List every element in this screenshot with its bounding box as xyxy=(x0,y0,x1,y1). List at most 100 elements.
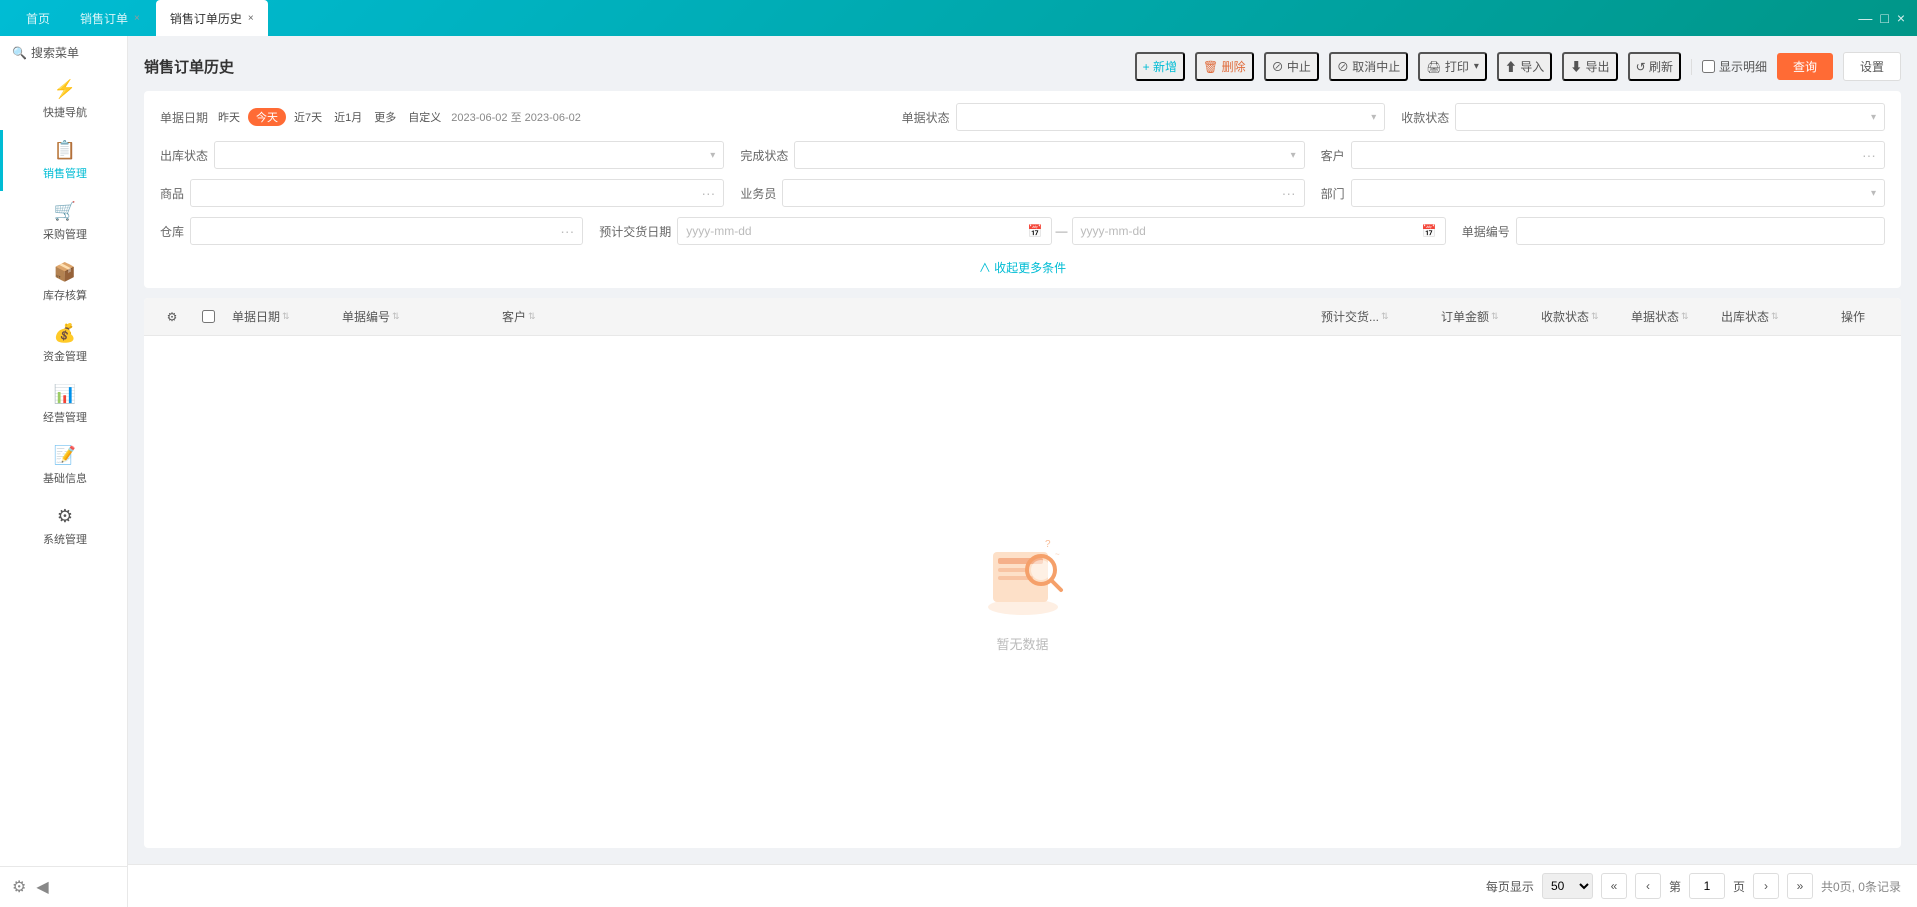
filter-receipt-status: 收款状态 ▾ xyxy=(1401,103,1885,131)
new-button[interactable]: + 新增 xyxy=(1135,52,1185,81)
receipt-status-select[interactable]: ▾ xyxy=(1455,103,1885,131)
select-all-checkbox[interactable] xyxy=(202,310,215,323)
sidebar-footer: ⚙ ◀ xyxy=(0,866,127,907)
filter-warehouse: 仓库 ··· xyxy=(160,217,583,245)
out-status-select[interactable]: ▾ xyxy=(214,141,724,169)
purchase-icon: 🛒 xyxy=(54,201,76,222)
table-body: ? ~ 暂无数据 xyxy=(144,336,1901,848)
receipt-label: 收款状态 xyxy=(1401,109,1449,126)
sidebar-item-finance[interactable]: 💰 资金管理 xyxy=(0,313,127,374)
tab-list: 首页 销售订单 × 销售订单历史 × xyxy=(12,0,268,36)
import-button[interactable]: ⬆ 导入 xyxy=(1497,52,1552,81)
sidebar-item-basic[interactable]: 📝 基础信息 xyxy=(0,435,127,496)
basic-icon: 📝 xyxy=(54,445,76,466)
date-custom[interactable]: 自定义 xyxy=(404,108,445,126)
calendar-icon: 📅 xyxy=(1028,224,1043,238)
done-status-select[interactable]: ▾ xyxy=(794,141,1304,169)
operations-icon: 📊 xyxy=(54,384,76,405)
th-number[interactable]: 单据编号 ⇅ xyxy=(334,308,494,325)
print-button[interactable]: 🖨 打印 xyxy=(1418,52,1487,81)
per-page-select[interactable]: 10 20 50 100 xyxy=(1542,873,1593,899)
sales-icon: 📋 xyxy=(54,140,76,161)
delete-button[interactable]: 🗑 删除 xyxy=(1195,52,1254,81)
setting-button[interactable]: 设置 xyxy=(1843,52,1901,81)
query-button[interactable]: 查询 xyxy=(1777,53,1833,80)
first-page-btn[interactable]: « xyxy=(1601,873,1627,899)
th-date[interactable]: 单据日期 ⇅ xyxy=(224,308,334,325)
filter-dept: 部门 ▾ xyxy=(1321,179,1885,207)
last-page-btn[interactable]: » xyxy=(1787,873,1813,899)
cancel-stop-button[interactable]: ⊘ 取消中止 xyxy=(1329,52,1408,81)
sidebar-search[interactable]: 🔍 搜索菜单 xyxy=(0,36,127,69)
window-controls: — □ × xyxy=(1858,10,1905,26)
dept-select[interactable]: ▾ xyxy=(1351,179,1885,207)
done-label: 完成状态 xyxy=(740,147,788,164)
th-checkbox[interactable] xyxy=(192,310,224,323)
date-1month[interactable]: 近1月 xyxy=(330,108,366,126)
sort-amount-icon: ⇅ xyxy=(1491,311,1499,322)
date-more[interactable]: 更多 xyxy=(370,108,400,126)
out-chevron: ▾ xyxy=(710,150,715,161)
tab-sales-history[interactable]: 销售订单历史 × xyxy=(156,0,268,36)
tab-home[interactable]: 首页 xyxy=(12,0,64,36)
tab-sales-order[interactable]: 销售订单 × xyxy=(66,0,154,36)
sidebar-item-quick-nav[interactable]: ⚡ 快捷导航 xyxy=(0,69,127,130)
settings-footer-icon[interactable]: ⚙ xyxy=(12,877,26,897)
app-body: 🔍 搜索菜单 ⚡ 快捷导航 📋 销售管理 🛒 采购管理 📦 库存核算 💰 资金管… xyxy=(0,36,1917,907)
top-bar: 首页 销售订单 × 销售订单历史 × — □ × xyxy=(0,0,1917,36)
th-delivery[interactable]: 预计交货... ⇅ xyxy=(1313,308,1433,325)
delivery-to-input[interactable]: yyyy-mm-dd 📅 xyxy=(1072,217,1446,245)
sidebar-item-operations[interactable]: 📊 经营管理 xyxy=(0,374,127,435)
filter-date: 单据日期 昨天 今天 近7天 近1月 更多 自定义 2023-06-02 至 2… xyxy=(160,108,886,126)
sidebar-item-purchase[interactable]: 🛒 采购管理 xyxy=(0,191,127,252)
show-detail-checkbox[interactable] xyxy=(1702,60,1715,73)
warehouse-input[interactable]: ··· xyxy=(190,217,583,245)
collapse-more-btn[interactable]: ∧ 收起更多条件 xyxy=(160,255,1885,276)
empty-state: ? ~ 暂无数据 xyxy=(933,492,1113,693)
th-bill-status[interactable]: 单据状态 ⇅ xyxy=(1623,308,1713,325)
prev-page-btn[interactable]: ‹ xyxy=(1635,873,1661,899)
date-yesterday[interactable]: 昨天 xyxy=(214,108,244,126)
search-icon: 🔍 xyxy=(12,46,27,60)
refresh-button[interactable]: ↺ 刷新 xyxy=(1628,52,1681,81)
bill-status-select[interactable]: ▾ xyxy=(956,103,1386,131)
th-customer[interactable]: 客户 ⇅ xyxy=(494,308,1313,325)
page-prefix: 第 xyxy=(1669,878,1681,895)
window-close-button[interactable]: × xyxy=(1897,10,1905,26)
th-out-status[interactable]: 出库状态 ⇅ xyxy=(1713,308,1813,325)
dept-chevron: ▾ xyxy=(1871,188,1876,199)
filter-customer: 客户 ··· xyxy=(1321,141,1885,169)
export-button[interactable]: ⬇ 导出 xyxy=(1562,52,1617,81)
page-area: 销售订单历史 + 新增 🗑 删除 ⊘ 中止 ⊘ 取消中止 🖨 xyxy=(128,36,1917,864)
order-num-input[interactable] xyxy=(1516,217,1885,245)
empty-text: 暂无数据 xyxy=(996,634,1048,653)
sidebar-item-system[interactable]: ⚙ 系统管理 xyxy=(0,496,127,557)
th-receipt-status[interactable]: 收款状态 ⇅ xyxy=(1533,308,1623,325)
maximize-button[interactable]: □ xyxy=(1880,10,1888,26)
sidebar-item-inventory[interactable]: 📦 库存核算 xyxy=(0,252,127,313)
page-number-input[interactable] xyxy=(1689,873,1725,899)
delivery-from-input[interactable]: yyyy-mm-dd 📅 xyxy=(677,217,1051,245)
show-detail-toggle[interactable]: 显示明细 xyxy=(1702,58,1767,75)
stop-button[interactable]: ⊘ 中止 xyxy=(1264,52,1319,81)
close-tab-sales[interactable]: × xyxy=(134,13,140,24)
th-action: 操作 xyxy=(1813,308,1893,325)
filter-order-num: 单据编号 xyxy=(1462,217,1885,245)
svg-text:?: ? xyxy=(1045,539,1051,550)
quick-nav-icon: ⚡ xyxy=(54,79,76,100)
date-7days[interactable]: 近7天 xyxy=(290,108,326,126)
th-settings[interactable]: ⚙ xyxy=(152,310,192,324)
next-page-btn[interactable]: › xyxy=(1753,873,1779,899)
minimize-button[interactable]: — xyxy=(1858,10,1872,26)
date-today[interactable]: 今天 xyxy=(248,108,286,126)
close-tab-history[interactable]: × xyxy=(248,13,254,24)
collapse-sidebar-icon[interactable]: ◀ xyxy=(36,877,48,897)
sidebar-item-sales[interactable]: 📋 销售管理 xyxy=(0,130,127,191)
product-input[interactable]: ··· xyxy=(190,179,724,207)
sort-date-icon: ⇅ xyxy=(282,311,290,322)
sort-receipt-icon: ⇅ xyxy=(1591,311,1599,322)
salesperson-input[interactable]: ··· xyxy=(782,179,1304,207)
customer-input[interactable]: ··· xyxy=(1351,141,1885,169)
th-amount[interactable]: 订单金额 ⇅ xyxy=(1433,308,1533,325)
filter-bill-status: 单据状态 ▾ xyxy=(902,103,1386,131)
